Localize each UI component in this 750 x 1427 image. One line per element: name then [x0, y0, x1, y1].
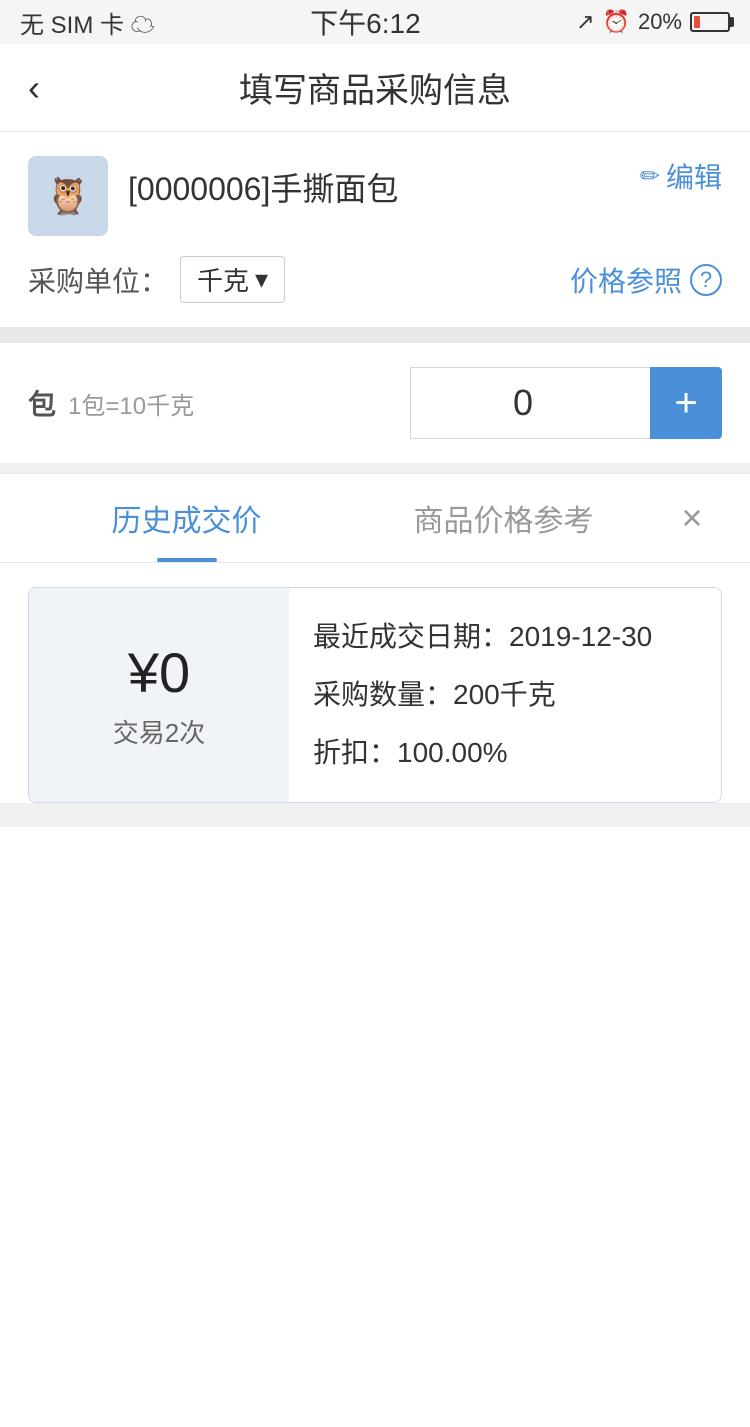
price-value: 0: [159, 641, 190, 704]
tab-history-price-label: 历史成交价: [112, 496, 262, 540]
price-ref-button[interactable]: 价格参照 ?: [570, 260, 722, 300]
price-card: ¥0 交易2次 最近成交日期：2019-12-30 采购数量：200千克 折扣：…: [28, 587, 722, 803]
product-name: [0000006]手撕面包: [128, 156, 398, 210]
product-thumbnail: 🦉: [28, 156, 108, 236]
product-title: 手撕面包: [270, 171, 398, 207]
purchase-unit-row: 采购单位： 千克 ▾: [28, 256, 285, 303]
quantity-row: 包 1包=10千克 +: [0, 343, 750, 463]
edit-label: 编辑: [666, 156, 722, 196]
unit-dropdown[interactable]: 千克 ▾: [180, 256, 285, 303]
quantity-input-row: +: [410, 367, 722, 439]
white-rest: [0, 827, 750, 1427]
price-detail-date-label: 最近成交日期：: [313, 621, 509, 652]
price-detail-qty-value: 200千克: [453, 679, 556, 710]
battery-body: [690, 12, 730, 32]
battery-fill: [694, 16, 700, 28]
status-time: 下午6:12: [310, 2, 421, 42]
product-row-top: 🦉 [0000006]手撕面包 ✏ 编辑: [28, 156, 722, 236]
sim-signal-text: 无 SIM 卡 ☁: [20, 5, 155, 40]
price-detail-discount: 折扣：100.00%: [313, 732, 697, 774]
unit-value: 千克: [197, 261, 249, 298]
status-right: ↗ ⏰ 20%: [576, 9, 730, 35]
price-detail-qty: 采购数量：200千克: [313, 674, 697, 716]
quantity-sub-label: 1包=10千克: [68, 386, 194, 421]
quantity-input[interactable]: [410, 367, 650, 439]
product-image-icon: 🦉: [46, 175, 91, 217]
price-trade-count: 交易2次: [113, 713, 205, 750]
price-detail-date: 最近成交日期：2019-12-30: [313, 616, 697, 658]
tab-product-price-ref-label: 商品价格参考: [414, 496, 594, 540]
purchase-unit-label: 采购单位：: [28, 260, 168, 300]
quantity-plus-button[interactable]: +: [650, 367, 722, 439]
status-left: 无 SIM 卡 ☁: [20, 5, 155, 40]
product-row-bottom: 采购单位： 千克 ▾ 价格参照 ?: [28, 256, 722, 303]
price-detail-date-value: 2019-12-30: [509, 621, 652, 652]
quantity-label: 包 1包=10千克: [28, 383, 194, 423]
location-icon: ↗: [576, 9, 594, 35]
tabs-section: 历史成交价 商品价格参考 × ¥0 交易2次 最近成交日期：2019-12-30…: [0, 473, 750, 803]
price-detail-qty-label: 采购数量：: [313, 679, 453, 710]
price-card-right: 最近成交日期：2019-12-30 采购数量：200千克 折扣：100.00%: [289, 588, 721, 802]
status-bar: 无 SIM 卡 ☁ 下午6:12 ↗ ⏰ 20%: [0, 0, 750, 44]
product-card: 🦉 [0000006]手撕面包 ✏ 编辑 采购单位： 千克 ▾ 价格参照 ?: [0, 132, 750, 327]
battery-percent: 20%: [638, 9, 682, 35]
price-ref-help-icon: ?: [690, 264, 722, 296]
edit-link[interactable]: ✏ 编辑: [640, 156, 722, 196]
price-ref-label: 价格参照: [570, 260, 682, 300]
price-detail-discount-label: 折扣：: [313, 737, 397, 768]
product-id: [0000006]: [128, 171, 270, 207]
header: ‹ 填写商品采购信息: [0, 44, 750, 132]
tab-history-price[interactable]: 历史成交价: [28, 474, 345, 562]
tab-product-price-ref[interactable]: 商品价格参考: [345, 474, 662, 562]
alarm-icon: ⏰: [603, 9, 630, 35]
divider-gray: [0, 327, 750, 343]
tab-close-button[interactable]: ×: [662, 474, 722, 562]
page-title: 填写商品采购信息: [239, 63, 511, 112]
price-detail-discount-value: 100.00%: [397, 737, 508, 768]
quantity-unit-badge: 包: [28, 383, 56, 423]
edit-icon: ✏: [640, 162, 660, 191]
price-currency-symbol: ¥: [128, 641, 159, 704]
tabs-header: 历史成交价 商品价格参考 ×: [0, 474, 750, 563]
back-button[interactable]: ‹: [28, 67, 40, 109]
tab-active-indicator: [157, 558, 217, 562]
price-card-left: ¥0 交易2次: [29, 588, 289, 802]
battery-icon: [690, 12, 730, 32]
dropdown-arrow-icon: ▾: [255, 264, 268, 295]
product-left: 🦉 [0000006]手撕面包: [28, 156, 398, 236]
price-amount: ¥0: [128, 640, 190, 705]
